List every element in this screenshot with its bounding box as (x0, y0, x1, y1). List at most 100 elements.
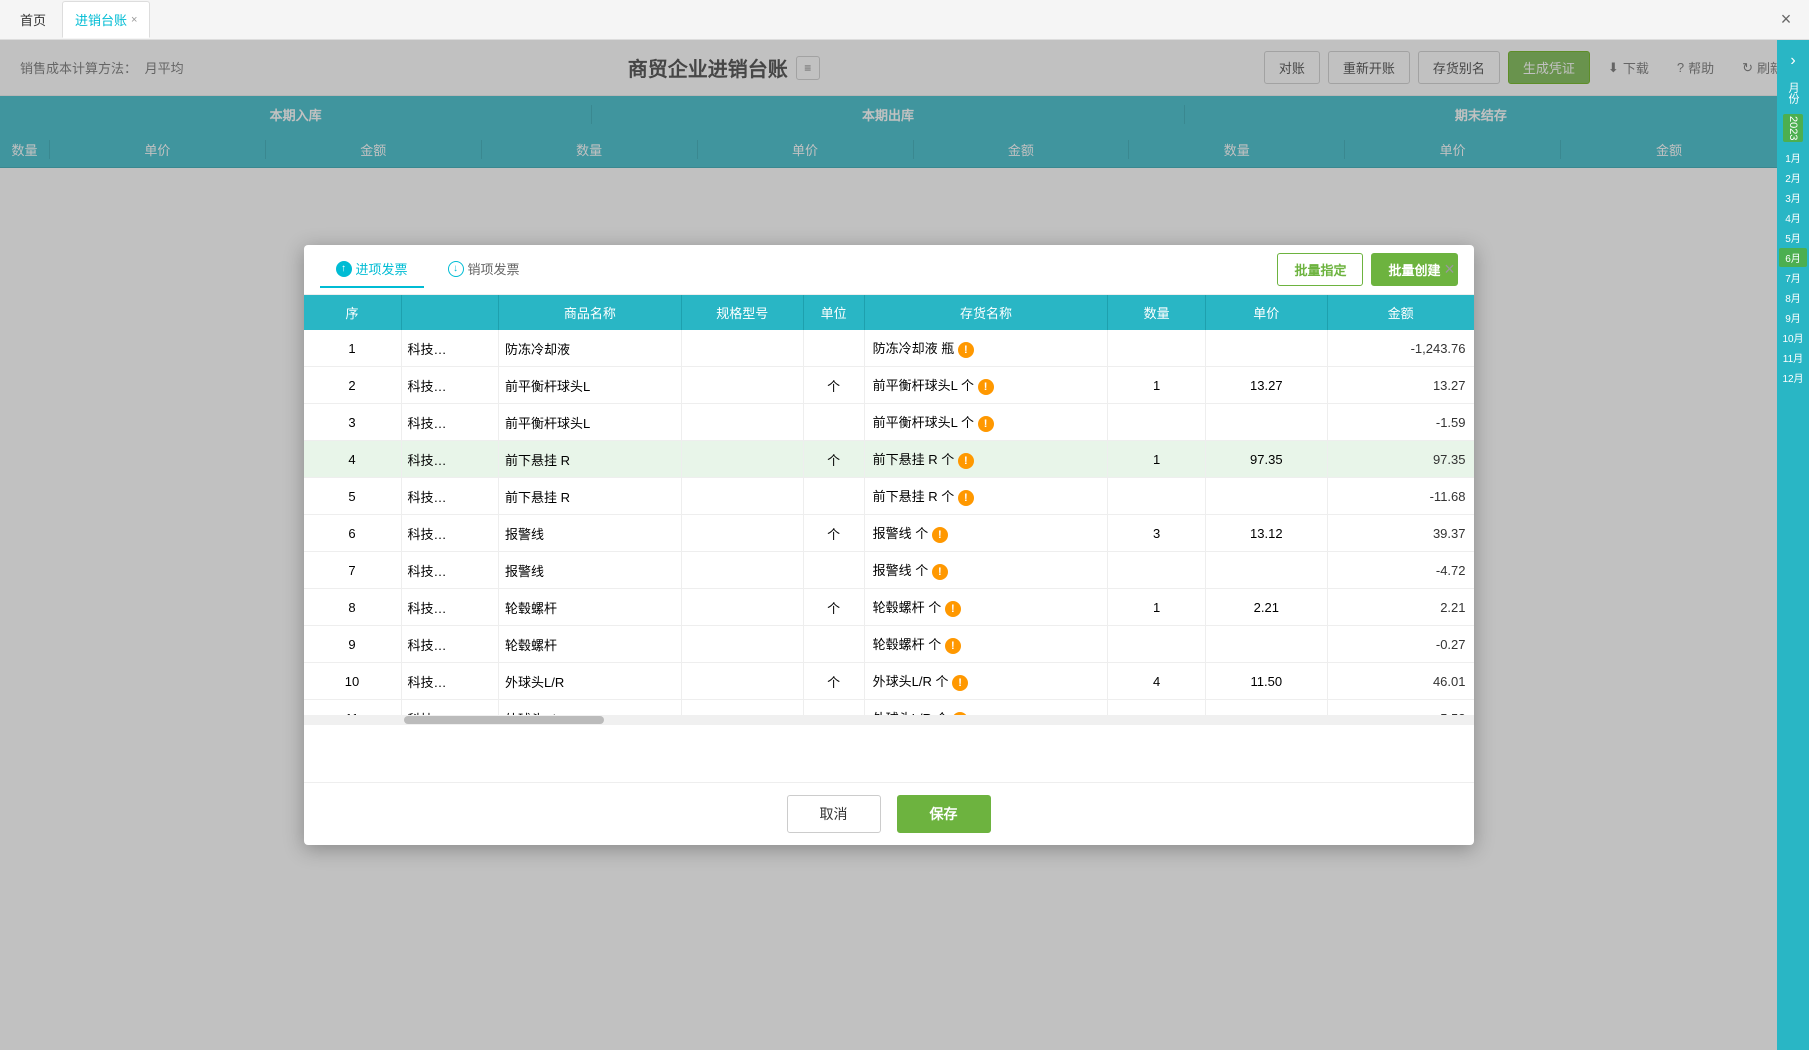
month-3[interactable]: 3月 (1779, 188, 1807, 207)
cell-spec (681, 441, 803, 478)
cell-qty (1108, 478, 1206, 515)
cell-unit-price (1205, 552, 1327, 589)
month-2[interactable]: 2月 (1779, 168, 1807, 187)
tab-in-invoice[interactable]: ↑ 进项发票 (320, 251, 424, 288)
modal-header: ↑ 进项发票 ↓ 销项发票 批量指定 批量创建 × (304, 245, 1474, 295)
batch-assign-button[interactable]: 批量指定 (1277, 253, 1363, 286)
table-row[interactable]: 11 科技… 外球头L/R 外球头L/R 个 ! -5.52 (304, 700, 1474, 716)
table-row[interactable]: 8 科技… 轮毂螺杆 个 轮毂螺杆 个 ! 1 2.21 2.21 (304, 589, 1474, 626)
cell-qty: 1 (1108, 367, 1206, 404)
warning-icon: ! (932, 527, 948, 543)
th-inventory: 存货名称 (864, 295, 1108, 330)
cancel-button[interactable]: 取消 (787, 795, 881, 833)
table-row[interactable]: 7 科技… 报警线 报警线 个 ! -4.72 (304, 552, 1474, 589)
cell-inventory: 报警线 个 ! (864, 515, 1108, 552)
cell-unit-price: 97.35 (1205, 441, 1327, 478)
cell-spec (681, 626, 803, 663)
window-close-button[interactable]: × (1771, 5, 1801, 35)
cell-qty (1108, 552, 1206, 589)
active-tab-label: 进销台账 (75, 10, 127, 29)
cell-qty: 4 (1108, 663, 1206, 700)
cell-amount: 46.01 (1327, 663, 1473, 700)
tab-out-invoice[interactable]: ↓ 销项发票 (432, 251, 536, 288)
cell-amount: -5.52 (1327, 700, 1473, 716)
main-area: 销售成本计算方法： 月平均 商贸企业进销台账 ≡ 对账 重新开账 存货别名 生成… (0, 40, 1809, 1050)
cell-unit (803, 626, 864, 663)
cell-inventory: 外球头L/R 个 ! (864, 700, 1108, 716)
month-9[interactable]: 9月 (1779, 308, 1807, 327)
cell-company: 科技… (401, 330, 499, 367)
table-row[interactable]: 1 科技… 防冻冷却液 防冻冷却液 瓶 ! -1,243.76 (304, 330, 1474, 367)
cell-seq: 4 (304, 441, 402, 478)
cell-company: 科技… (401, 441, 499, 478)
modal-close-button[interactable]: × (1438, 257, 1462, 281)
cell-unit: 个 (803, 589, 864, 626)
table-row[interactable]: 6 科技… 报警线 个 报警线 个 ! 3 13.12 39.37 (304, 515, 1474, 552)
cell-spec (681, 700, 803, 716)
cell-product: 外球头L/R (499, 700, 682, 716)
sidebar-label: 月份 (1785, 78, 1801, 108)
modal-footer: 取消 保存 (304, 782, 1474, 845)
cell-unit-price: 13.27 (1205, 367, 1327, 404)
cell-spec (681, 330, 803, 367)
save-button[interactable]: 保存 (897, 795, 991, 833)
right-sidebar: › 月份 2023 1月 2月 3月 4月 5月 6月 7月 8月 9月 10月… (1777, 40, 1809, 1050)
cell-product: 前平衡杆球头L (499, 404, 682, 441)
scrollbar-thumb[interactable] (404, 716, 604, 724)
table-row[interactable]: 9 科技… 轮毂螺杆 轮毂螺杆 个 ! -0.27 (304, 626, 1474, 663)
month-10[interactable]: 10月 (1779, 328, 1807, 347)
cell-amount: -4.72 (1327, 552, 1473, 589)
cell-qty: 1 (1108, 589, 1206, 626)
month-1[interactable]: 1月 (1779, 148, 1807, 167)
cell-product: 防冻冷却液 (499, 330, 682, 367)
cell-product: 报警线 (499, 515, 682, 552)
tab-close-icon[interactable]: × (131, 14, 137, 26)
warning-icon: ! (958, 453, 974, 469)
cell-company: 科技… (401, 367, 499, 404)
cell-company: 科技… (401, 478, 499, 515)
month-7[interactable]: 7月 (1779, 268, 1807, 287)
cell-unit-price (1205, 626, 1327, 663)
tab-out-label: 销项发票 (468, 259, 520, 278)
cell-spec (681, 478, 803, 515)
cell-inventory: 前平衡杆球头L 个 ! (864, 367, 1108, 404)
horizontal-scrollbar[interactable] (304, 715, 1474, 725)
cell-inventory: 外球头L/R 个 ! (864, 663, 1108, 700)
table-row[interactable]: 3 科技… 前平衡杆球头L 前平衡杆球头L 个 ! -1.59 (304, 404, 1474, 441)
cell-product: 报警线 (499, 552, 682, 589)
cell-inventory: 报警线 个 ! (864, 552, 1108, 589)
cell-amount: 39.37 (1327, 515, 1473, 552)
cell-amount: 13.27 (1327, 367, 1473, 404)
cell-spec (681, 589, 803, 626)
cell-amount: 97.35 (1327, 441, 1473, 478)
cell-product: 前下悬挂 R (499, 478, 682, 515)
warning-icon: ! (978, 379, 994, 395)
cell-qty: 1 (1108, 441, 1206, 478)
warning-icon: ! (932, 564, 948, 580)
sidebar-expand-icon[interactable]: › (1786, 48, 1799, 74)
table-row[interactable]: 10 科技… 外球头L/R 个 外球头L/R 个 ! 4 11.50 46.01 (304, 663, 1474, 700)
month-6[interactable]: 6月 (1779, 248, 1807, 267)
cell-spec (681, 663, 803, 700)
table-row[interactable]: 5 科技… 前下悬挂 R 前下悬挂 R 个 ! -11.68 (304, 478, 1474, 515)
modal-table-scroll[interactable]: 序 商品名称 规格型号 单位 存货名称 数量 单价 金额 (304, 295, 1474, 715)
month-5[interactable]: 5月 (1779, 228, 1807, 247)
cell-amount: 2.21 (1327, 589, 1473, 626)
cell-unit-price (1205, 330, 1327, 367)
cell-seq: 5 (304, 478, 402, 515)
cell-amount: -0.27 (1327, 626, 1473, 663)
warning-icon: ! (945, 638, 961, 654)
cell-unit (803, 478, 864, 515)
month-11[interactable]: 11月 (1779, 348, 1807, 367)
cell-unit (803, 330, 864, 367)
month-8[interactable]: 8月 (1779, 288, 1807, 307)
table-row[interactable]: 4 科技… 前下悬挂 R 个 前下悬挂 R 个 ! 1 97.35 97.35 (304, 441, 1474, 478)
month-4[interactable]: 4月 (1779, 208, 1807, 227)
cell-unit-price (1205, 478, 1327, 515)
warning-icon: ! (958, 342, 974, 358)
table-row[interactable]: 2 科技… 前平衡杆球头L 个 前平衡杆球头L 个 ! 1 13.27 13.2… (304, 367, 1474, 404)
tab-active[interactable]: 进销台账 × (62, 1, 150, 38)
month-12[interactable]: 12月 (1779, 368, 1807, 387)
tab-home[interactable]: 首页 (8, 2, 58, 37)
cell-company: 科技… (401, 626, 499, 663)
